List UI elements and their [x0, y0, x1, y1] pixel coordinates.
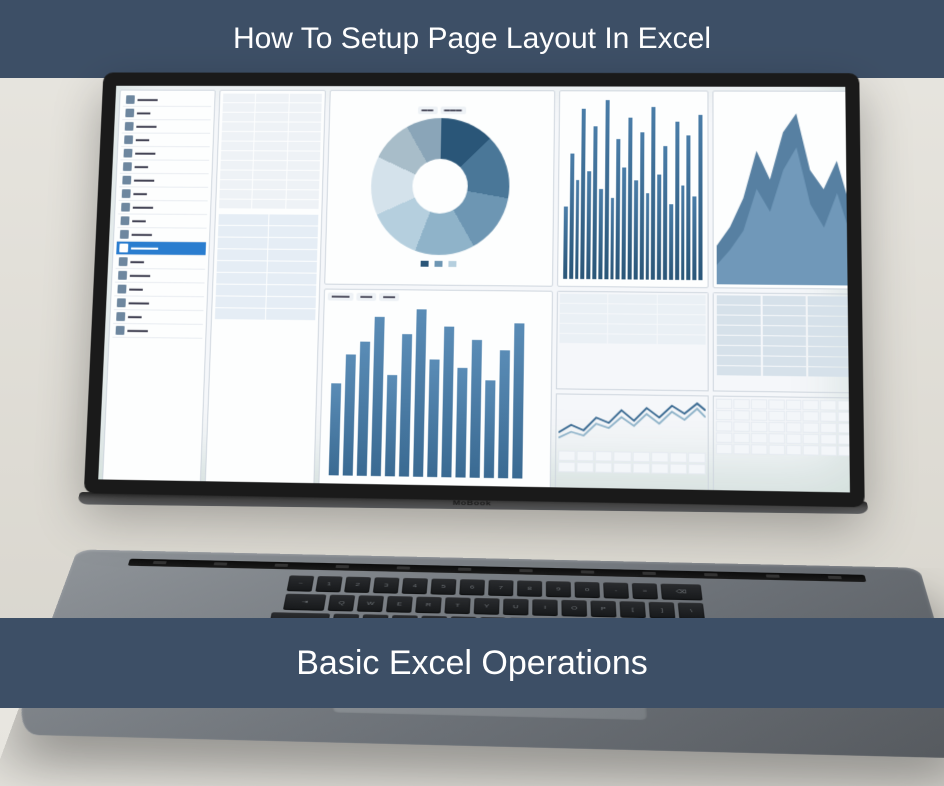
file-icon: [122, 189, 131, 198]
file-icon: [118, 271, 127, 280]
line-chart-panel: [555, 393, 709, 492]
footer-title: Basic Excel Operations: [296, 644, 648, 683]
table-panel: [205, 90, 326, 490]
laptop-screen-bezel: ▬▬▬ ▬▬ ▬▬▬ ▬▬ ▬▬▬ ▬▬ ▬▬▬ ▬▬ ▬▬▬ ▬▬ ▬▬▬ ▬…: [84, 72, 865, 507]
donut-chart: [369, 118, 510, 256]
file-icon: [121, 203, 130, 212]
bar-chart-panel: ▬▬▬▬▬▬▬: [318, 289, 553, 493]
touch-bar: [128, 559, 867, 582]
small-panels-group: [555, 291, 709, 493]
drop-icon: [119, 244, 128, 253]
folder-icon: [126, 95, 135, 104]
file-icon: [117, 285, 126, 294]
file-icon: [123, 162, 132, 171]
sidebar-panel: ▬▬▬ ▬▬ ▬▬▬ ▬▬ ▬▬▬ ▬▬ ▬▬▬ ▬▬ ▬▬▬ ▬▬ ▬▬▬ ▬…: [102, 90, 216, 488]
file-icon: [119, 257, 128, 266]
file-icon: [116, 326, 125, 335]
file-icon: [122, 176, 131, 185]
file-icon: [117, 298, 126, 307]
file-icon: [124, 135, 133, 144]
hero-stage: ▬▬▬ ▬▬ ▬▬▬ ▬▬ ▬▬▬ ▬▬ ▬▬▬ ▬▬ ▬▬▬ ▬▬ ▬▬▬ ▬…: [0, 78, 944, 618]
excel-dashboard-screen: ▬▬▬ ▬▬ ▬▬▬ ▬▬ ▬▬▬ ▬▬ ▬▬▬ ▬▬ ▬▬▬ ▬▬ ▬▬▬ ▬…: [98, 86, 850, 493]
file-icon: [120, 230, 129, 239]
area-chart-panel: [712, 91, 849, 290]
file-icon: [123, 149, 132, 158]
header-bar: How To Setup Page Layout In Excel: [0, 0, 944, 78]
file-icon: [125, 122, 134, 131]
header-title: How To Setup Page Layout In Excel: [233, 22, 711, 56]
file-icon: [125, 109, 134, 118]
file-icon: [120, 216, 129, 225]
footer-bar: Basic Excel Operations: [0, 618, 944, 708]
grid-columns-group: [713, 292, 850, 492]
donut-chart-panel: ▬▬▬▬▬: [324, 90, 555, 287]
file-icon: [116, 312, 125, 321]
spreadsheet-grid-panel: [713, 292, 850, 393]
worksheet-cells-panel: [713, 396, 850, 493]
vertical-bars-panel: [557, 90, 709, 288]
mini-table-panel: [556, 291, 709, 392]
